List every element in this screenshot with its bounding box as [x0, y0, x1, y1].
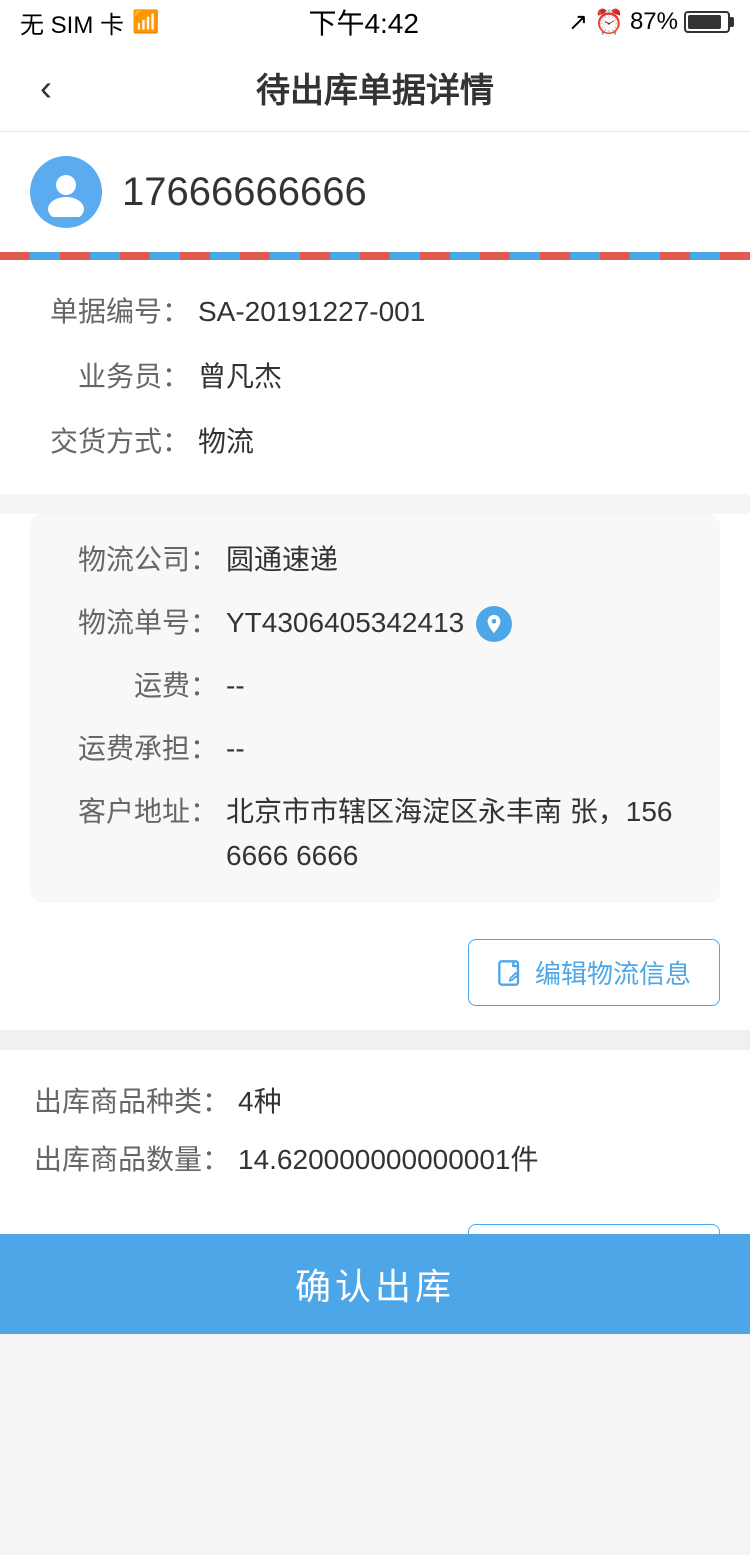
edit-icon	[497, 959, 525, 987]
location-pin-icon[interactable]	[476, 606, 512, 642]
product-quantity-row: 出库商品数量： 14.620000000000001件	[30, 1138, 720, 1178]
address-value: 北京市市辖区海淀区永丰南 张，156 6666 6666	[218, 790, 692, 880]
product-types-row: 出库商品种类： 4种	[30, 1080, 720, 1120]
document-number-row: 单据编号： SA-20191227-001	[30, 290, 720, 335]
product-quantity-value: 14.620000000000001件	[230, 1138, 539, 1178]
back-button[interactable]: ‹	[24, 66, 68, 110]
user-header: 17666666666	[0, 132, 750, 252]
logistics-company-row: 物流公司： 圆通速递	[58, 538, 692, 583]
freight-value: --	[218, 664, 692, 709]
status-bar: 无 SIM 卡 📶 下午4:42 ↗ ⏰ 87%	[0, 0, 750, 44]
order-info-section: 单据编号： SA-20191227-001 业务员： 曾凡杰 交货方式： 物流	[0, 260, 750, 494]
confirm-button[interactable]: 确认出库	[0, 1234, 750, 1334]
location-icon: ↗	[568, 8, 588, 37]
logistics-company-value: 圆通速递	[218, 538, 692, 583]
main-content: 17666666666 单据编号： SA-20191227-001 业务员： 曾…	[0, 132, 750, 1555]
address-row: 客户地址： 北京市市辖区海淀区永丰南 张，156 6666 6666	[58, 790, 692, 880]
carrier-text: 无 SIM 卡	[20, 5, 124, 40]
wifi-icon: 📶	[132, 9, 159, 35]
tracking-number-row: 物流单号： YT43064053424​13	[58, 601, 692, 646]
product-quantity-label: 出库商品数量：	[30, 1138, 230, 1178]
back-arrow-icon: ‹	[40, 70, 52, 106]
status-time: 下午4:42	[308, 2, 419, 42]
avatar	[30, 156, 102, 228]
stats-section: 出库商品种类： 4种 出库商品数量： 14.620000000000001件	[0, 1050, 750, 1208]
delivery-method-label: 交货方式：	[30, 420, 190, 465]
nav-bar: ‹ 待出库单据详情	[0, 44, 750, 132]
edit-logistics-button[interactable]: 编辑物流信息	[468, 939, 720, 1006]
bottom-spacer	[0, 1315, 750, 1455]
tracking-number-value: YT43064053424​13	[218, 601, 692, 646]
freight-bearer-row: 运费承担： --	[58, 727, 692, 772]
user-phone: 17666666666	[122, 170, 367, 215]
battery-percent: 87%	[630, 8, 678, 36]
logistics-card: 物流公司： 圆通速递 物流单号： YT43064053424​13 运费： --	[30, 514, 720, 903]
dashed-divider	[0, 252, 750, 260]
status-carrier: 无 SIM 卡 📶	[20, 5, 159, 40]
tracking-number-label: 物流单号：	[58, 601, 218, 646]
product-types-value: 4种	[230, 1080, 282, 1120]
salesman-row: 业务员： 曾凡杰	[30, 355, 720, 400]
document-number-value: SA-20191227-001	[190, 290, 720, 335]
delivery-method-value: 物流	[190, 420, 720, 465]
page-title: 待出库单据详情	[256, 63, 494, 112]
address-label: 客户地址：	[58, 790, 218, 835]
section-separator	[0, 1030, 750, 1050]
freight-label: 运费：	[58, 664, 218, 709]
status-right: ↗ ⏰ 87%	[568, 8, 730, 37]
freight-bearer-label: 运费承担：	[58, 727, 218, 772]
logistics-company-label: 物流公司：	[58, 538, 218, 583]
product-types-label: 出库商品种类：	[30, 1080, 230, 1120]
confirm-button-label: 确认出库	[295, 1258, 455, 1310]
salesman-value: 曾凡杰	[190, 355, 720, 400]
delivery-method-row: 交货方式： 物流	[30, 420, 720, 465]
edit-logistics-button-container: 编辑物流信息	[0, 923, 750, 1030]
document-number-label: 单据编号：	[30, 290, 190, 335]
alarm-icon: ⏰	[594, 8, 624, 37]
logistics-container: 物流公司： 圆通速递 物流单号： YT43064053424​13 运费： --	[0, 514, 750, 1030]
edit-logistics-label: 编辑物流信息	[535, 954, 691, 991]
freight-row: 运费： --	[58, 664, 692, 709]
salesman-label: 业务员：	[30, 355, 190, 400]
battery-icon	[684, 11, 730, 33]
freight-bearer-value: --	[218, 727, 692, 772]
